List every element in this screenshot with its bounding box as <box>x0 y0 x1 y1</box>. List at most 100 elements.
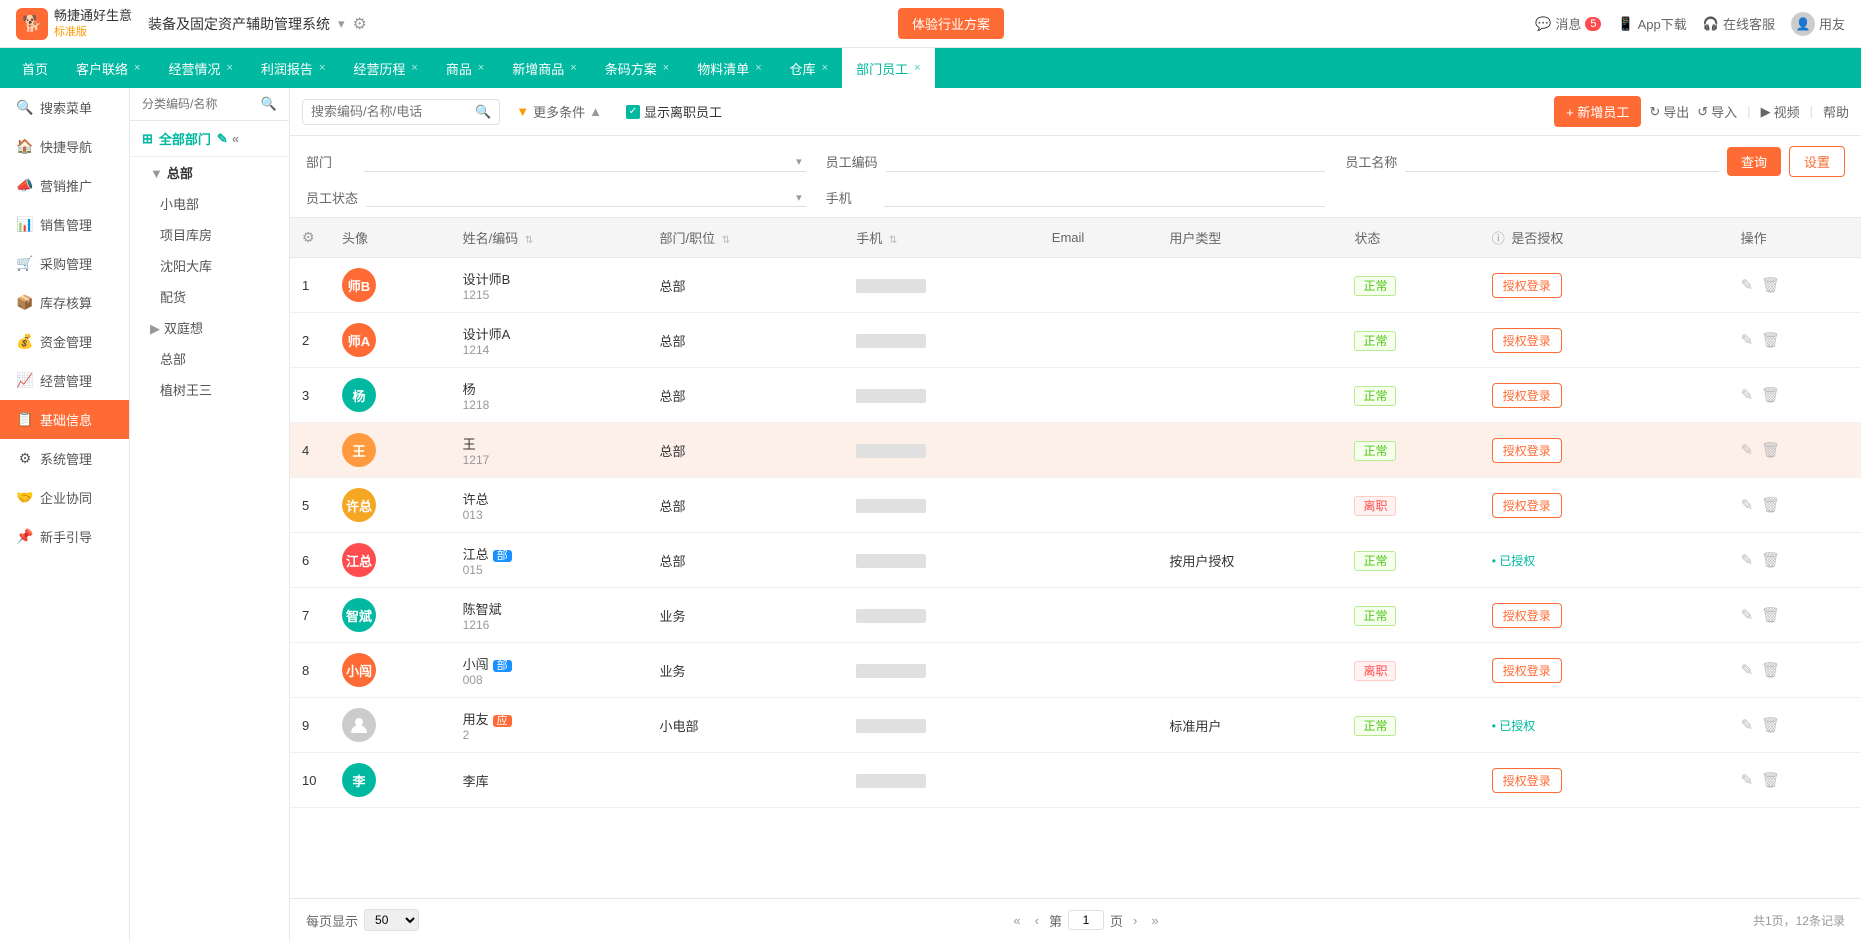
edit-btn[interactable]: ✎ <box>1741 441 1754 459</box>
edit-dept-icon[interactable]: ✎ <box>217 131 228 147</box>
tab-customer[interactable]: 客户联络 × <box>62 48 154 88</box>
tab-customer-close[interactable]: × <box>134 62 140 74</box>
edit-btn[interactable]: ✎ <box>1741 331 1754 349</box>
tab-bom[interactable]: 物料清单 × <box>683 48 775 88</box>
delete-btn[interactable]: 🗑 <box>1761 276 1780 294</box>
employee-search-icon[interactable]: 🔍 <box>475 104 491 120</box>
sidebar-item-mgmt[interactable]: 📈 经营管理 <box>0 361 129 400</box>
tab-barcode[interactable]: 条码方案 × <box>591 48 683 88</box>
query-button[interactable]: 查询 <box>1727 147 1781 176</box>
delete-btn[interactable]: 🗑 <box>1761 331 1780 349</box>
app-download-btn[interactable]: 📱 App下载 <box>1617 14 1686 33</box>
delete-btn[interactable]: 🗑 <box>1761 551 1780 569</box>
edit-btn[interactable]: ✎ <box>1741 496 1754 514</box>
prev-page-btn[interactable]: ‹ <box>1031 911 1043 930</box>
row-auth[interactable]: 授权登录 <box>1480 478 1679 533</box>
sort-name-icon[interactable]: ⇅ <box>525 235 533 246</box>
employee-search-input[interactable] <box>311 104 471 119</box>
sidebar-item-guide[interactable]: 📌 新手引导 <box>0 517 129 556</box>
delete-btn[interactable]: 🗑 <box>1761 771 1780 789</box>
row-auth[interactable]: 授权登录 <box>1480 368 1679 423</box>
tab-home[interactable]: 首页 <box>8 48 62 88</box>
edit-btn[interactable]: ✎ <box>1741 716 1754 734</box>
tab-warehouse[interactable]: 仓库 × <box>776 48 842 88</box>
tree-item-project[interactable]: 项目库房 <box>130 219 289 250</box>
sidebar-item-marketing[interactable]: 📣 营销推广 <box>0 166 129 205</box>
tab-new-goods[interactable]: 新增商品 × <box>498 48 590 88</box>
row-auth[interactable]: 授权登录 <box>1480 643 1679 698</box>
row-auth[interactable]: 授权登录 <box>1480 588 1679 643</box>
tab-dept-staff[interactable]: 部门员工 × <box>842 48 934 88</box>
edit-btn[interactable]: ✎ <box>1741 606 1754 624</box>
online-service-btn[interactable]: 🎧 在线客服 <box>1703 14 1775 33</box>
filter-phone-input[interactable] <box>884 187 1326 207</box>
export-btn[interactable]: ↻ 导出 <box>1649 102 1689 121</box>
tree-item-shuangting[interactable]: ▶双庭想 <box>130 312 289 343</box>
tab-warehouse-close[interactable]: × <box>822 62 828 74</box>
filter-emp-name-input[interactable] <box>1405 152 1719 172</box>
row-auth[interactable]: 授权登录 <box>1480 423 1679 478</box>
tab-barcode-close[interactable]: × <box>663 62 669 74</box>
filter-emp-code-input[interactable] <box>886 152 1326 172</box>
edit-btn[interactable]: ✎ <box>1741 551 1754 569</box>
edit-btn[interactable]: ✎ <box>1741 386 1754 404</box>
edit-btn[interactable]: ✎ <box>1741 661 1754 679</box>
tab-new-goods-close[interactable]: × <box>570 62 576 74</box>
tree-item-shenyang[interactable]: 沈阳大库 <box>130 250 289 281</box>
tab-goods[interactable]: 商品 × <box>432 48 498 88</box>
tab-history-close[interactable]: × <box>411 62 417 74</box>
table-settings-icon[interactable]: ⚙ <box>302 229 315 245</box>
auth-btn[interactable]: 授权登录 <box>1492 328 1562 353</box>
import-btn[interactable]: ↺ 导入 <box>1697 102 1737 121</box>
sidebar-item-system[interactable]: ⚙ 系统管理 <box>0 439 129 478</box>
last-page-btn[interactable]: » <box>1147 911 1162 930</box>
auth-btn[interactable]: 授权登录 <box>1492 768 1562 793</box>
collapse-icon[interactable]: « <box>232 131 239 147</box>
more-filter-btn[interactable]: ▼ 更多条件 ▲ <box>508 98 610 125</box>
tree-item-zongbu[interactable]: ▼总部 <box>130 157 289 188</box>
auth-btn[interactable]: 授权登录 <box>1492 438 1562 463</box>
auth-btn[interactable]: 授权登录 <box>1492 383 1562 408</box>
view-btn[interactable]: ▶ 视频 <box>1761 102 1800 121</box>
sidebar-item-finance[interactable]: 💰 资金管理 <box>0 322 129 361</box>
first-page-btn[interactable]: « <box>1009 911 1024 930</box>
tab-profit-close[interactable]: × <box>319 62 325 74</box>
sidebar-item-basic[interactable]: 📋 基础信息 <box>0 400 129 439</box>
sidebar-item-purchase[interactable]: 🛒 采购管理 <box>0 244 129 283</box>
trial-button[interactable]: 体验行业方案 <box>898 8 1004 39</box>
tab-bom-close[interactable]: × <box>755 62 761 74</box>
dept-search-input[interactable] <box>142 97 257 111</box>
delete-btn[interactable]: 🗑 <box>1761 716 1780 734</box>
sidebar-item-inventory[interactable]: 📦 库存核算 <box>0 283 129 322</box>
delete-btn[interactable]: 🗑 <box>1761 441 1780 459</box>
row-auth[interactable]: 授权登录 <box>1480 258 1679 313</box>
delete-btn[interactable]: 🗑 <box>1761 386 1780 404</box>
tab-goods-close[interactable]: × <box>478 62 484 74</box>
row-auth[interactable]: 授权登录 <box>1480 313 1679 368</box>
sidebar-item-collab[interactable]: 🤝 企业协同 <box>0 478 129 517</box>
filter-dept-select[interactable] <box>364 152 806 172</box>
edit-btn[interactable]: ✎ <box>1741 771 1754 789</box>
auth-btn[interactable]: 授权登录 <box>1492 273 1562 298</box>
tab-operation-close[interactable]: × <box>226 62 232 74</box>
next-page-btn[interactable]: › <box>1129 911 1141 930</box>
message-btn[interactable]: 💬 消息 5 <box>1535 14 1601 33</box>
tab-profit[interactable]: 利润报告 × <box>247 48 339 88</box>
help-btn[interactable]: 帮助 <box>1823 102 1849 121</box>
sort-phone-icon[interactable]: ⇅ <box>889 235 897 246</box>
dropdown-icon[interactable]: ▾ <box>338 16 345 32</box>
sidebar-item-sales[interactable]: 📊 销售管理 <box>0 205 129 244</box>
add-employee-button[interactable]: + 新增员工 <box>1554 96 1641 127</box>
all-dept-item[interactable]: ⊞ 全部部门 ✎ « <box>130 121 289 157</box>
tab-dept-staff-close[interactable]: × <box>914 62 920 74</box>
sidebar-item-search[interactable]: 🔍 搜索菜单 <box>0 88 129 127</box>
sort-dept-icon[interactable]: ⇅ <box>722 235 730 246</box>
auth-btn[interactable]: 授权登录 <box>1492 603 1562 628</box>
per-page-select[interactable]: 50 20 100 <box>364 909 419 931</box>
user-menu[interactable]: 👤 用友 <box>1791 12 1845 36</box>
page-input[interactable] <box>1068 910 1104 930</box>
tree-item-xiaodianbv[interactable]: 小电部 <box>130 188 289 219</box>
tab-operation[interactable]: 经营情况 × <box>154 48 246 88</box>
edit-btn[interactable]: ✎ <box>1741 276 1754 294</box>
settings-icon[interactable]: ⚙ <box>353 14 367 34</box>
